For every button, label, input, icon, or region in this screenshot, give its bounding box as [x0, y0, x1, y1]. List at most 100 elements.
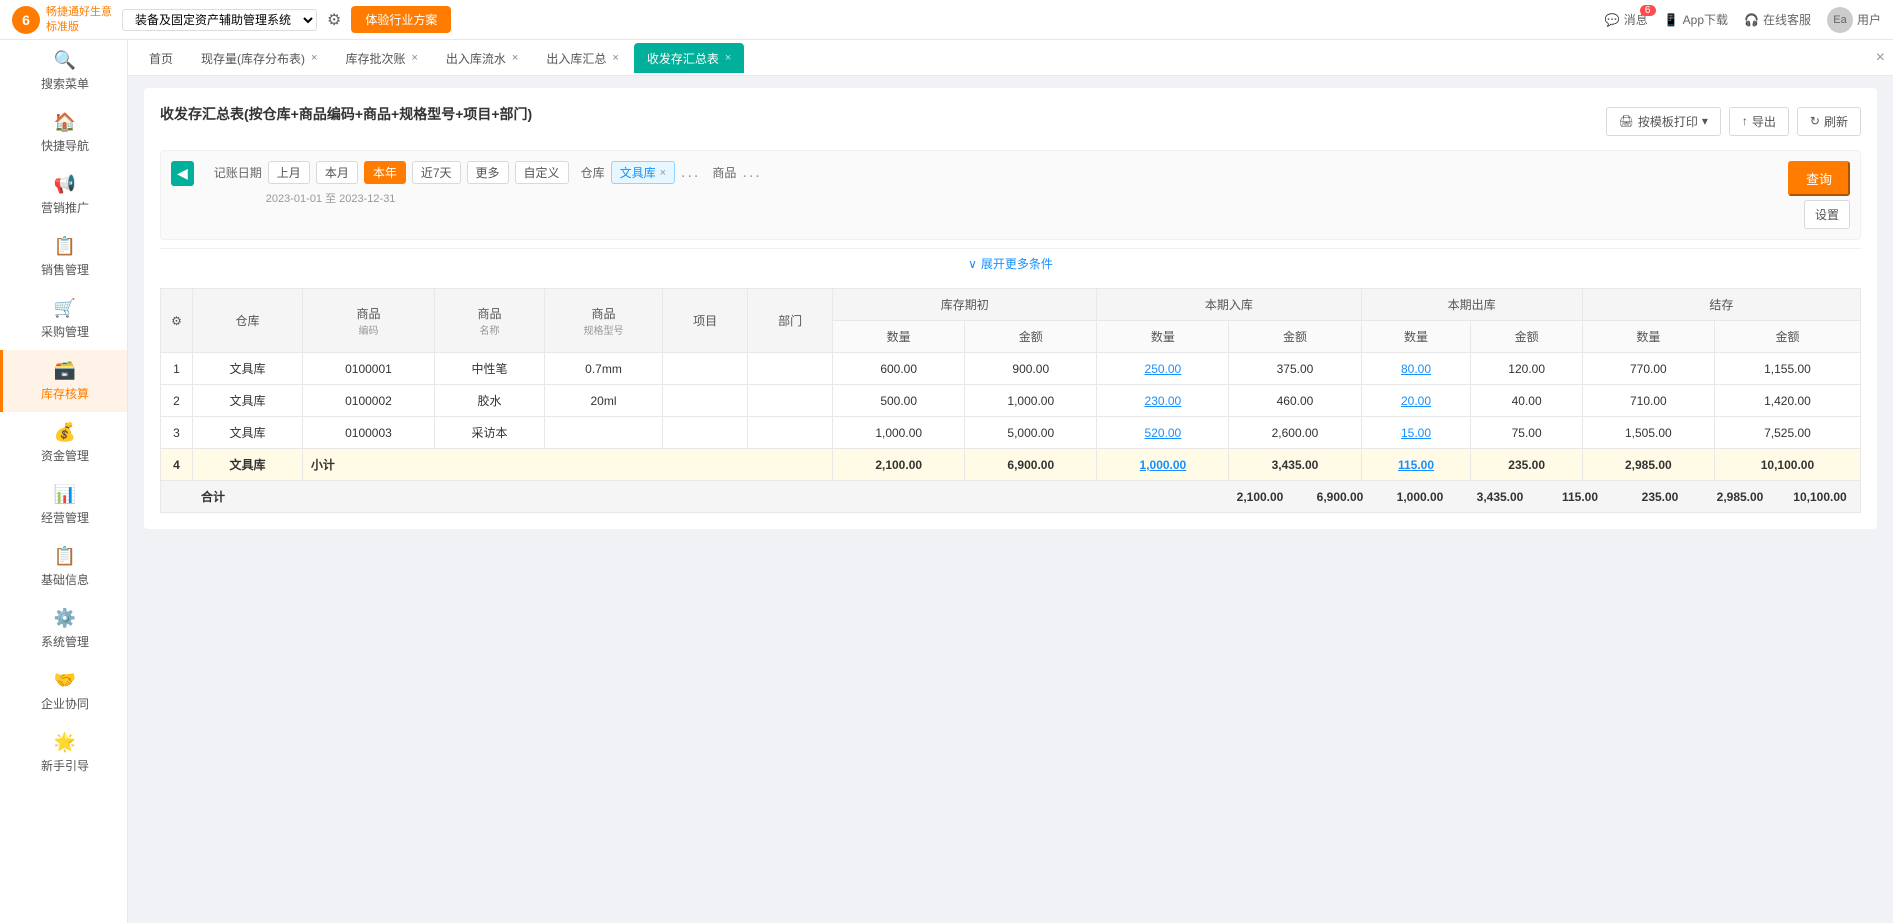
print-btn[interactable]: 🖨 按模板打印 ▾	[1606, 107, 1721, 136]
layout: 🔍 搜索菜单 🏠 快捷导航 📢 营销推广 📋 销售管理 🛒 采购管理 🗃️ 库存…	[0, 40, 1893, 923]
tab-close-icon[interactable]: ×	[411, 52, 417, 64]
col-warehouse: 仓库	[193, 289, 303, 353]
sidebar-item-marketing[interactable]: 📢 营销推广	[0, 164, 127, 226]
expand-bar[interactable]: ∨ 展开更多条件	[160, 248, 1861, 278]
tab-home[interactable]: 首页	[136, 43, 186, 73]
row-out-qty[interactable]: 20.00	[1361, 385, 1471, 417]
col-out-amt: 金额	[1471, 321, 1582, 353]
tab-receipt-summary[interactable]: 收发存汇总表 ×	[634, 43, 744, 73]
phone-icon: 📱	[1664, 13, 1679, 27]
subtotal-warehouse: 文具库	[193, 449, 303, 481]
row-out-amt: 75.00	[1471, 417, 1582, 449]
user-btn[interactable]: Ea 用户	[1827, 7, 1881, 33]
sidebar-item-search[interactable]: 🔍 搜索菜单	[0, 40, 127, 102]
table-settings-col[interactable]: ⚙	[161, 289, 193, 353]
warehouse-more-icon[interactable]: ...	[681, 164, 700, 182]
row-goods-spec	[544, 417, 662, 449]
col-project: 项目	[663, 289, 748, 353]
sidebar-item-purchase[interactable]: 🛒 采购管理	[0, 288, 127, 350]
col-opening: 库存期初	[833, 289, 1097, 321]
guide-icon: 🌟	[54, 732, 76, 753]
headset-icon: 🎧	[1744, 13, 1759, 27]
sidebar-label: 企业协同	[41, 695, 89, 712]
sidebar-item-sales[interactable]: 📋 销售管理	[0, 226, 127, 288]
sidebar-label: 资金管理	[41, 447, 89, 464]
row-in-qty[interactable]: 520.00	[1097, 417, 1229, 449]
row-department	[748, 417, 833, 449]
message-btn[interactable]: 💬 消息 6	[1605, 11, 1648, 28]
row-out-amt: 40.00	[1471, 385, 1582, 417]
subtotal-row: 4 文具库 小计 2,100.00 6,900.00 1,000.00 3,43…	[161, 449, 1861, 481]
subtotal-in-qty[interactable]: 1,000.00	[1097, 449, 1229, 481]
date-filter-label: 记账日期	[214, 164, 262, 181]
table-settings-btn[interactable]: 设置	[1804, 200, 1850, 229]
date-btn-more[interactable]: 更多	[467, 161, 509, 184]
system-selector[interactable]: 装备及固定资产辅助管理系统	[122, 9, 317, 31]
tab-batch-account[interactable]: 库存批次账 ×	[332, 43, 430, 73]
sidebar-item-quicknav[interactable]: 🏠 快捷导航	[0, 102, 127, 164]
col-goods-spec: 商品规格型号	[544, 289, 662, 353]
col-goods-code: 商品编码	[302, 289, 434, 353]
date-btn-last-month[interactable]: 上月	[268, 161, 310, 184]
tab-close-icon[interactable]: ×	[512, 52, 518, 64]
tab-close-icon[interactable]: ×	[311, 52, 317, 64]
warehouse-tag-close[interactable]: ×	[660, 167, 666, 179]
sidebar-item-basicinfo[interactable]: 📋 基础信息	[0, 536, 127, 598]
date-btn-custom[interactable]: 自定义	[515, 161, 569, 184]
online-service-btn[interactable]: 🎧 在线客服	[1744, 11, 1811, 28]
col-out: 本期出库	[1361, 289, 1582, 321]
top-bar-right: 💬 消息 6 📱 App下载 🎧 在线客服 Ea 用户	[1605, 7, 1881, 33]
tab-in-out-summary[interactable]: 出入库汇总 ×	[533, 43, 631, 73]
sidebar-item-inventory[interactable]: 🗃️ 库存核算	[0, 350, 127, 412]
sidebar-label: 营销推广	[41, 199, 89, 216]
refresh-btn[interactable]: ↻ 刷新	[1797, 107, 1861, 136]
subtotal-balance-amt: 10,100.00	[1714, 449, 1860, 481]
row-balance-amt: 1,155.00	[1714, 353, 1860, 385]
query-btn[interactable]: 查询	[1788, 161, 1850, 196]
sidebar-label: 系统管理	[41, 633, 89, 650]
row-out-amt: 120.00	[1471, 353, 1582, 385]
date-btn-this-month[interactable]: 本月	[316, 161, 358, 184]
search-icon: 🔍	[54, 50, 76, 71]
total-balance-qty: 2,985.00	[1700, 490, 1780, 504]
date-btn-7days[interactable]: 近7天	[412, 161, 461, 184]
sidebar-item-business[interactable]: 📊 经营管理	[0, 474, 127, 536]
collapse-arrow-btn[interactable]: ◀	[171, 161, 194, 186]
row-out-qty[interactable]: 80.00	[1361, 353, 1471, 385]
settings-icon[interactable]: ⚙	[327, 10, 341, 30]
date-btn-this-year[interactable]: 本年	[364, 161, 406, 184]
row-balance-amt: 1,420.00	[1714, 385, 1860, 417]
home-icon: 🏠	[54, 112, 76, 133]
col-balance-amt: 金额	[1714, 321, 1860, 353]
row-opening-amt: 1,000.00	[965, 385, 1097, 417]
row-goods-name: 采访本	[435, 417, 545, 449]
warehouse-filter-label: 仓库	[581, 164, 605, 181]
subtotal-out-qty[interactable]: 115.00	[1361, 449, 1471, 481]
app-download-btn[interactable]: 📱 App下载	[1664, 11, 1728, 28]
total-opening-amt: 6,900.00	[1300, 490, 1380, 504]
tab-bar-close-icon[interactable]: ×	[1876, 49, 1885, 67]
message-icon: 💬	[1605, 13, 1620, 27]
row-in-amt: 460.00	[1229, 385, 1361, 417]
sidebar-item-finance[interactable]: 💰 资金管理	[0, 412, 127, 474]
sidebar-item-enterprise[interactable]: 🤝 企业协同	[0, 660, 127, 722]
row-out-qty[interactable]: 15.00	[1361, 417, 1471, 449]
row-goods-spec: 20ml	[544, 385, 662, 417]
sidebar-label: 新手引导	[41, 757, 89, 774]
sidebar: 🔍 搜索菜单 🏠 快捷导航 📢 营销推广 📋 销售管理 🛒 采购管理 🗃️ 库存…	[0, 40, 128, 923]
table-row: 1 文具库 0100001 中性笔 0.7mm 600.00 900.00 25…	[161, 353, 1861, 385]
tab-in-out-flow[interactable]: 出入库流水 ×	[433, 43, 531, 73]
row-project	[663, 417, 748, 449]
goods-more-icon[interactable]: ...	[742, 164, 761, 182]
tab-close-icon[interactable]: ×	[612, 52, 618, 64]
row-in-qty[interactable]: 250.00	[1097, 353, 1229, 385]
trial-btn[interactable]: 体验行业方案	[351, 6, 451, 33]
col-in: 本期入库	[1097, 289, 1361, 321]
sidebar-item-system[interactable]: ⚙️ 系统管理	[0, 598, 127, 660]
row-in-qty[interactable]: 230.00	[1097, 385, 1229, 417]
tab-close-icon[interactable]: ×	[725, 52, 731, 64]
sidebar-item-guide[interactable]: 🌟 新手引导	[0, 722, 127, 784]
tab-stock-dist[interactable]: 现存量(库存分布表) ×	[188, 43, 330, 73]
col-department: 部门	[748, 289, 833, 353]
export-btn[interactable]: ↑ 导出	[1729, 107, 1789, 136]
